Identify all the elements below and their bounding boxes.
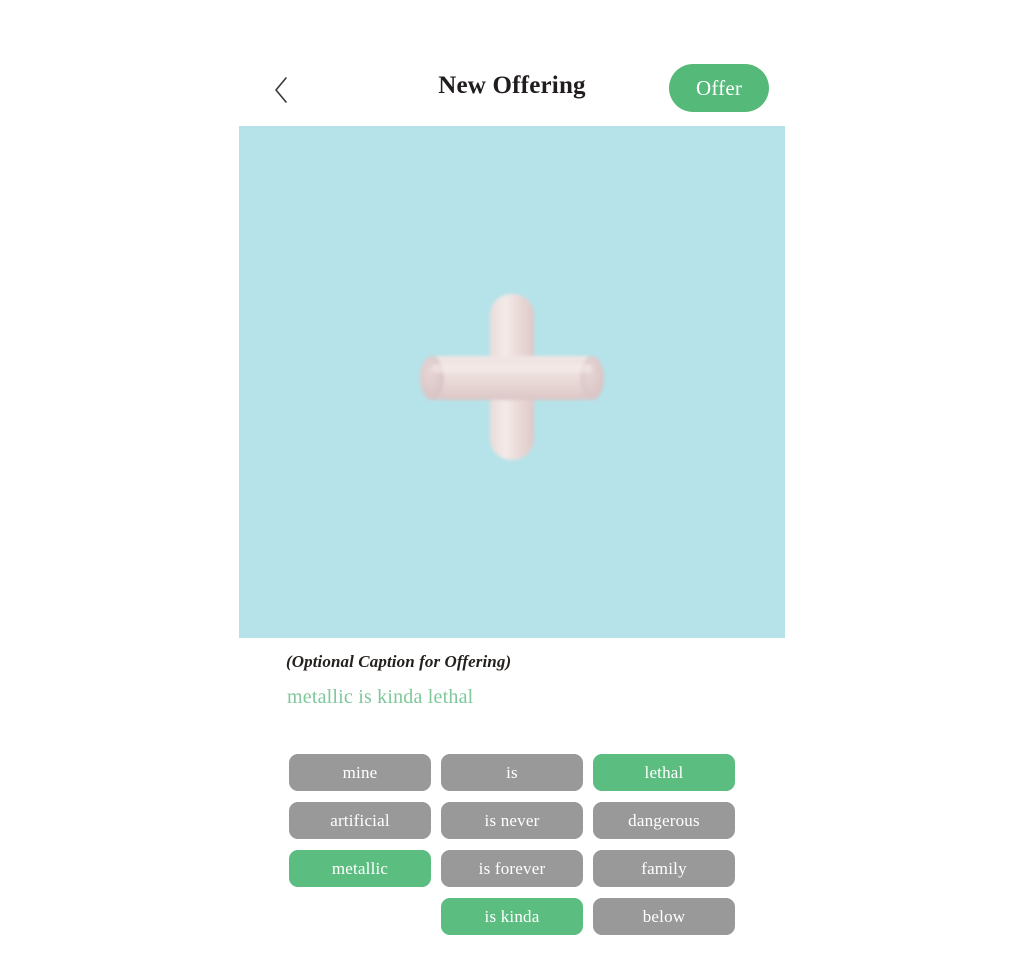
word-chip[interactable]: metallic — [289, 850, 431, 887]
word-chip[interactable]: is forever — [441, 850, 583, 887]
word-chip[interactable]: family — [593, 850, 735, 887]
offering-image-panel[interactable] — [239, 126, 785, 638]
app-header: New Offering Offer — [239, 55, 785, 125]
caption-label: (Optional Caption for Offering) — [286, 652, 512, 671]
word-chip[interactable]: is — [441, 754, 583, 791]
word-chip[interactable]: dangerous — [593, 802, 735, 839]
word-chip[interactable]: is never — [441, 802, 583, 839]
offering-artwork — [420, 294, 604, 460]
offer-button[interactable]: Offer — [669, 64, 769, 112]
word-chip[interactable]: below — [593, 898, 735, 935]
word-chip[interactable]: lethal — [593, 754, 735, 791]
caption-value[interactable]: metallic is kinda lethal — [287, 686, 473, 709]
word-chip[interactable]: mine — [289, 754, 431, 791]
word-chip[interactable]: is kinda — [441, 898, 583, 935]
word-chip[interactable]: artificial — [289, 802, 431, 839]
word-chip-grid: mine is lethal artificial is never dangerous m… — [289, 754, 735, 936]
